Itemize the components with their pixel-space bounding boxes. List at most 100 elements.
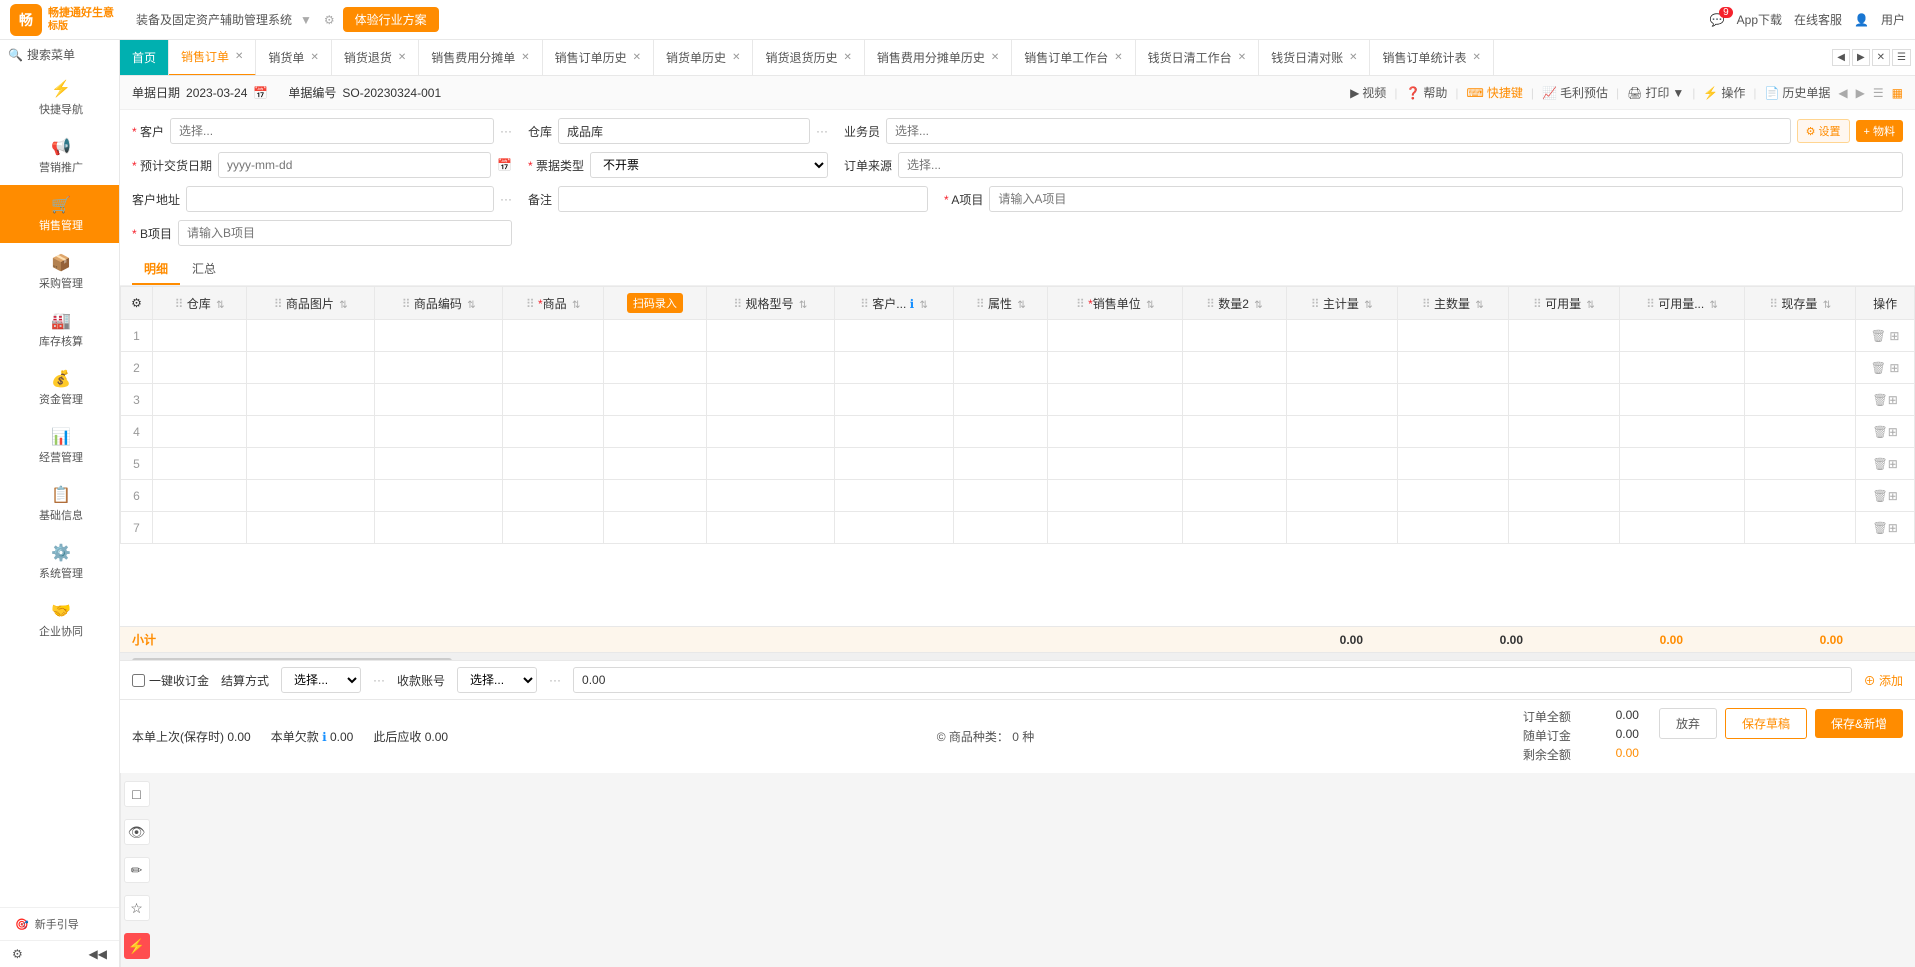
settings-btn[interactable]: ⚙ 设置	[1797, 119, 1850, 143]
row-6-qty2[interactable]	[1183, 480, 1287, 512]
right-panel-btn-2[interactable]: 👁	[124, 819, 150, 845]
row-3-qty2[interactable]	[1183, 384, 1287, 416]
add-material-btn[interactable]: + 物料	[1856, 120, 1903, 142]
copy-icon[interactable]: ⊞	[1888, 521, 1898, 535]
row-1-warehouse[interactable]	[153, 320, 247, 352]
row-2-available2[interactable]	[1619, 352, 1744, 384]
th-spec[interactable]: ⠿ 规格型号 ⇅	[706, 287, 834, 320]
copy-icon[interactable]: ⊞	[1888, 457, 1898, 471]
th-qty2[interactable]: ⠿ 数量2 ⇅	[1183, 287, 1287, 320]
row-7-sales-unit[interactable]	[1048, 512, 1183, 544]
row-5-warehouse[interactable]	[153, 448, 247, 480]
customer-address-ellipsis-btn[interactable]: ···	[500, 192, 512, 206]
row-1-main-unit[interactable]	[1286, 320, 1397, 352]
row-2-image[interactable]	[247, 352, 375, 384]
tab-sales-order[interactable]: 销售订单 ✕	[169, 40, 256, 76]
tab-sales-order-history[interactable]: 销售订单历史 ✕	[543, 40, 654, 76]
row-1-available[interactable]	[1508, 320, 1619, 352]
row-5-image[interactable]	[247, 448, 375, 480]
row-5-stock[interactable]	[1745, 448, 1856, 480]
row-1-spec[interactable]	[706, 320, 834, 352]
row-2-available[interactable]	[1508, 352, 1619, 384]
row-2-product[interactable]	[503, 352, 604, 384]
row-4-main-unit[interactable]	[1286, 416, 1397, 448]
row-7-scan[interactable]	[603, 512, 706, 544]
tab-cashflow-reconcile-close[interactable]: ✕	[1349, 52, 1357, 63]
profit-link[interactable]: 📈 毛利预估	[1542, 84, 1608, 101]
row-1-product[interactable]	[503, 320, 604, 352]
row-5-spec[interactable]	[706, 448, 834, 480]
row-2-sales-unit[interactable]	[1048, 352, 1183, 384]
row-5-available2[interactable]	[1619, 448, 1744, 480]
right-panel-btn-4[interactable]: ☆	[124, 895, 150, 921]
row-7-code[interactable]	[375, 512, 503, 544]
tab-prev-btn[interactable]: ◀	[1832, 49, 1850, 66]
delivery-date-calendar-icon[interactable]: 📅	[497, 158, 512, 172]
delete-icon[interactable]: 🗑	[1872, 521, 1887, 535]
tab-cashflow-reconcile[interactable]: 钱货日清对账 ✕	[1259, 40, 1370, 76]
row-4-image[interactable]	[247, 416, 375, 448]
row-4-main-qty[interactable]	[1397, 416, 1508, 448]
row-7-stock[interactable]	[1745, 512, 1856, 544]
sidebar-item-base[interactable]: 📋 基础信息	[0, 475, 119, 533]
row-2-warehouse[interactable]	[153, 352, 247, 384]
sidebar-search[interactable]: 🔍 搜索菜单	[0, 40, 119, 69]
row-2-attribute[interactable]	[954, 352, 1048, 384]
row-6-available2[interactable]	[1619, 480, 1744, 512]
tab-sales-order-close[interactable]: ✕	[235, 51, 243, 62]
sidebar-item-sales[interactable]: 🛒 销售管理	[0, 185, 119, 243]
th-available2[interactable]: ⠿ 可用量... ⇅	[1619, 287, 1744, 320]
row-7-attribute[interactable]	[954, 512, 1048, 544]
row-1-code[interactable]	[375, 320, 503, 352]
payment-method-select[interactable]: 选择...	[281, 667, 361, 693]
row-1-attribute[interactable]	[954, 320, 1048, 352]
row-2-customer-code[interactable]	[834, 352, 953, 384]
row-6-main-unit[interactable]	[1286, 480, 1397, 512]
tab-sales-refund-close[interactable]: ✕	[398, 52, 406, 63]
sidebar-item-system[interactable]: ⚙️ 系统管理	[0, 533, 119, 591]
experience-btn[interactable]: 体验行业方案	[343, 7, 439, 32]
right-panel-btn-5[interactable]: ⚡	[124, 933, 150, 959]
sidebar-collapse-icon[interactable]: ◀◀	[89, 947, 107, 961]
nav-prev-icon[interactable]: ◀	[1838, 86, 1847, 100]
row-7-qty2[interactable]	[1183, 512, 1287, 544]
row-4-code[interactable]	[375, 416, 503, 448]
tab-sales-fee-split[interactable]: 销售费用分摊单 ✕	[419, 40, 542, 76]
row-6-spec[interactable]	[706, 480, 834, 512]
th-image[interactable]: ⠿ 商品图片 ⇅	[247, 287, 375, 320]
row-1-image[interactable]	[247, 320, 375, 352]
row-3-spec[interactable]	[706, 384, 834, 416]
th-scan[interactable]: 扫码录入	[603, 287, 706, 320]
one-click-checkout-input[interactable]	[132, 674, 145, 687]
sidebar-settings-icon[interactable]: ⚙	[12, 947, 23, 961]
tab-sales-fee-split-close[interactable]: ✕	[521, 52, 529, 63]
row-5-attribute[interactable]	[954, 448, 1048, 480]
tab-sales-stats-close[interactable]: ✕	[1473, 52, 1481, 63]
delete-icon[interactable]: 🗑	[1871, 361, 1886, 375]
delete-icon[interactable]: 🗑	[1871, 329, 1886, 343]
tab-sales-order-workbench[interactable]: 销售订单工作台 ✕	[1012, 40, 1135, 76]
row-2-scan[interactable]	[603, 352, 706, 384]
row-3-attribute[interactable]	[954, 384, 1048, 416]
row-4-available[interactable]	[1508, 416, 1619, 448]
row-1-scan[interactable]	[603, 320, 706, 352]
row-6-code[interactable]	[375, 480, 503, 512]
right-panel-btn-3[interactable]: ✏	[124, 857, 150, 883]
tab-sales-return-history[interactable]: 销货单历史 ✕	[654, 40, 753, 76]
row-1-stock[interactable]	[1745, 320, 1856, 352]
shortcut-link[interactable]: ⌨ 快捷键	[1467, 84, 1523, 101]
th-attribute[interactable]: ⠿ 属性 ⇅	[954, 287, 1048, 320]
table-wrapper[interactable]: ⚙ ⠿ 仓库 ⇅ ⠿ 商品图片 ⇅	[120, 286, 1915, 626]
history-link[interactable]: 📄 历史单据	[1764, 84, 1830, 101]
payment-method-ellipsis[interactable]: ···	[373, 673, 385, 687]
row-7-image[interactable]	[247, 512, 375, 544]
system-title-arrow[interactable]: ▼	[300, 13, 312, 27]
row-3-main-qty[interactable]	[1397, 384, 1508, 416]
row-4-warehouse[interactable]	[153, 416, 247, 448]
save-draft-btn[interactable]: 保存草稿	[1725, 708, 1807, 739]
sidebar-item-finance[interactable]: 💰 资金管理	[0, 359, 119, 417]
row-5-scan[interactable]	[603, 448, 706, 480]
copy-icon[interactable]: ⊞	[1888, 489, 1898, 503]
row-7-main-qty[interactable]	[1397, 512, 1508, 544]
row-2-stock[interactable]	[1745, 352, 1856, 384]
